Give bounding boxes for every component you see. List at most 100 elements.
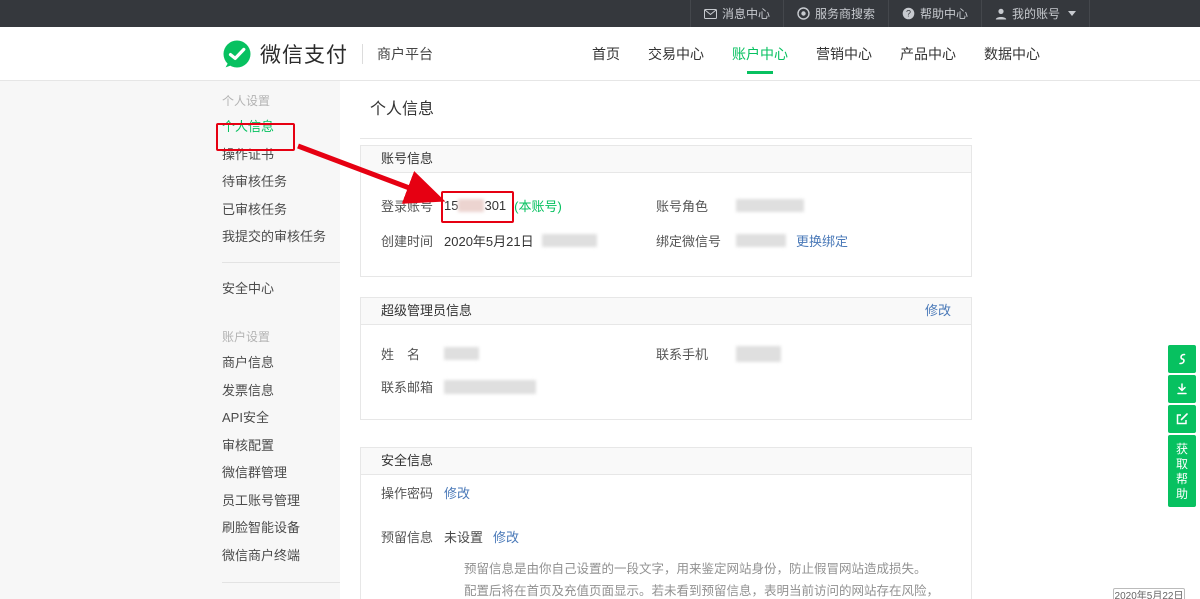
sidebar-item-face-smart-device[interactable]: 刷脸智能设备: [222, 514, 340, 542]
redacted-account-role: [736, 199, 804, 212]
contact-phone-label: 联系手机: [656, 344, 736, 363]
account-role-label: 账号角色: [656, 196, 736, 215]
sidebar-item-wechat-merchant-terminal[interactable]: 微信商户终端: [222, 542, 340, 570]
redacted-contact-email: [444, 380, 536, 394]
reserved-status: 未设置: [444, 527, 483, 546]
sidebar-item-api-security[interactable]: API安全: [222, 404, 340, 432]
sidebar-group-personal-settings: 个人设置: [222, 89, 340, 113]
account-info-card-body: 登录账号 15 301 (本账号) 账号角色: [361, 173, 971, 258]
nav-home[interactable]: 首页: [578, 27, 634, 81]
sidebar-item-invoice-info[interactable]: 发票信息: [222, 377, 340, 405]
sidebar-item-security-center[interactable]: 安全中心: [222, 275, 340, 303]
sidebar-item-personal-info[interactable]: 个人信息: [222, 113, 340, 141]
primary-nav: 首页 交易中心 账户中心 营销中心 产品中心 数据中心: [578, 27, 1054, 81]
sidebar-item-my-submitted-tasks[interactable]: 我提交的审核任务: [222, 223, 340, 251]
nav-data-center[interactable]: 数据中心: [970, 27, 1054, 81]
contact-email-label: 联系邮箱: [381, 377, 444, 396]
card-title: 安全信息: [381, 448, 433, 474]
svg-text:?: ?: [906, 9, 911, 19]
edit-icon: [1175, 412, 1189, 426]
operation-password-label: 操作密码: [381, 483, 444, 502]
login-account-label: 登录账号: [381, 196, 444, 215]
my-account-item[interactable]: 我的账号: [981, 0, 1090, 27]
sidebar-item-staff-account-mgmt[interactable]: 员工账号管理: [222, 487, 340, 515]
link-button[interactable]: [1168, 345, 1196, 373]
login-account-value: 15 301: [444, 198, 506, 213]
sidebar-item-merchant-info[interactable]: 商户信息: [222, 349, 340, 377]
created-time-value: 2020年5月21日: [444, 231, 534, 250]
service-provider-search-item[interactable]: 服务商搜索: [783, 0, 888, 27]
account-row-2: 创建时间 2020年5月21日 绑定微信号 更换绑定: [381, 223, 951, 258]
desc-line: 预留信息是由你自己设置的一段文字，用来鉴定网站身份，防止假冒网站造成损失。: [464, 559, 951, 581]
rebind-link[interactable]: 更换绑定: [796, 231, 848, 250]
admin-row-1: 姓 名 联系手机: [381, 337, 951, 370]
admin-row-2: 联系邮箱: [381, 370, 951, 403]
brand-divider: [362, 44, 363, 64]
topbar-item-label: 帮助中心: [920, 5, 968, 22]
feedback-button[interactable]: [1168, 405, 1196, 433]
sidebar-item-wechat-group-mgmt[interactable]: 微信群管理: [222, 459, 340, 487]
main-content: 个人信息 账号信息 登录账号 15 301 (本账号): [360, 81, 972, 599]
login-account-suffix: 301: [484, 198, 506, 213]
super-admin-card-header: 超级管理员信息 修改: [361, 298, 971, 325]
download-button[interactable]: [1168, 375, 1196, 403]
brand-area: 微信支付 商户平台: [222, 27, 433, 81]
sidebar-item-reviewed-tasks[interactable]: 已审核任务: [222, 196, 340, 224]
admin-name-label: 姓 名: [381, 344, 444, 363]
topbar-item-label: 服务商搜索: [815, 5, 875, 22]
desc-line: 配置后将在首页及充值页面显示。若未看到预留信息，表明当前访问的网站存在风险，请终…: [464, 581, 951, 599]
search-icon: [797, 7, 810, 20]
envelope-icon: [704, 9, 717, 19]
top-utility-bar: 消息中心 服务商搜索 ? 帮助中心 我的账号: [0, 0, 1200, 27]
brand-name: 微信支付: [260, 39, 348, 69]
help-center-item[interactable]: ? 帮助中心: [888, 0, 981, 27]
merchant-platform-page: 消息中心 服务商搜索 ? 帮助中心 我的账号 微信: [0, 0, 1200, 599]
card-title: 账号信息: [381, 146, 433, 172]
message-center-item[interactable]: 消息中心: [690, 0, 783, 27]
account-info-card-header: 账号信息: [361, 146, 971, 173]
sidebar-divider: [222, 262, 340, 263]
link-icon: [1175, 352, 1189, 366]
login-account-prefix: 15: [444, 198, 458, 213]
password-edit-link[interactable]: 修改: [444, 483, 470, 502]
nav-account-center[interactable]: 账户中心: [718, 27, 802, 81]
redacted-login-middle: [458, 199, 484, 212]
topbar-item-label: 消息中心: [722, 5, 770, 22]
topbar-item-label: 我的账号: [1012, 5, 1060, 22]
account-info-card: 账号信息 登录账号 15 301 (本账号) 账号角色: [360, 145, 972, 277]
nav-transaction-center[interactable]: 交易中心: [634, 27, 718, 81]
redacted-contact-phone: [736, 346, 781, 362]
super-admin-card: 超级管理员信息 修改 姓 名 联系手机 联系邮箱: [360, 297, 972, 420]
title-divider: [360, 138, 972, 139]
redacted-wechat-id: [736, 234, 786, 247]
sidebar-inner: 个人设置 个人信息 操作证书 待审核任务 已审核任务 我提交的审核任务 安全中心…: [222, 81, 340, 595]
download-icon: [1175, 382, 1189, 396]
reserved-info-description: 预留信息是由你自己设置的一段文字，用来鉴定网站身份，防止假冒网站造成损失。 配置…: [464, 559, 951, 599]
reserved-info-label: 预留信息: [381, 527, 444, 546]
security-info-card-body: 操作密码 修改 预留信息 未设置 修改 预留信息是由你自己设置的一段文字，用来鉴…: [361, 475, 971, 599]
security-row-reserved: 预留信息 未设置 修改: [381, 525, 951, 547]
admin-edit-link[interactable]: 修改: [925, 298, 951, 324]
sidebar-divider: [222, 582, 340, 583]
sidebar-item-operation-certificate[interactable]: 操作证书: [222, 141, 340, 169]
created-time-label: 创建时间: [381, 231, 444, 250]
bound-wechat-label: 绑定微信号: [656, 231, 736, 250]
site-header: 微信支付 商户平台 首页 交易中心 账户中心 营销中心 产品中心 数据中心: [0, 27, 1200, 81]
nav-product-center[interactable]: 产品中心: [886, 27, 970, 81]
get-help-button[interactable]: 获取帮助: [1168, 435, 1196, 507]
sidebar-item-pending-review-tasks[interactable]: 待审核任务: [222, 168, 340, 196]
sidebar-group-account-settings: 账户设置: [222, 325, 340, 349]
account-row-1: 登录账号 15 301 (本账号) 账号角色: [381, 188, 951, 223]
get-help-label: 获取帮助: [1176, 442, 1189, 502]
sidebar-item-review-config[interactable]: 审核配置: [222, 432, 340, 460]
top-utility-menu: 消息中心 服务商搜索 ? 帮助中心 我的账号: [690, 0, 1090, 27]
reserved-edit-link[interactable]: 修改: [493, 527, 519, 546]
floating-toolbar: 获取帮助: [1168, 345, 1196, 507]
redacted-created-time: [542, 234, 597, 247]
security-row-password: 操作密码 修改: [381, 481, 951, 503]
caret-down-icon: [1068, 11, 1076, 16]
page-title: 个人信息: [360, 81, 972, 119]
nav-marketing-center[interactable]: 营销中心: [802, 27, 886, 81]
this-account-note: (本账号): [514, 196, 562, 215]
question-icon: ?: [902, 7, 915, 20]
